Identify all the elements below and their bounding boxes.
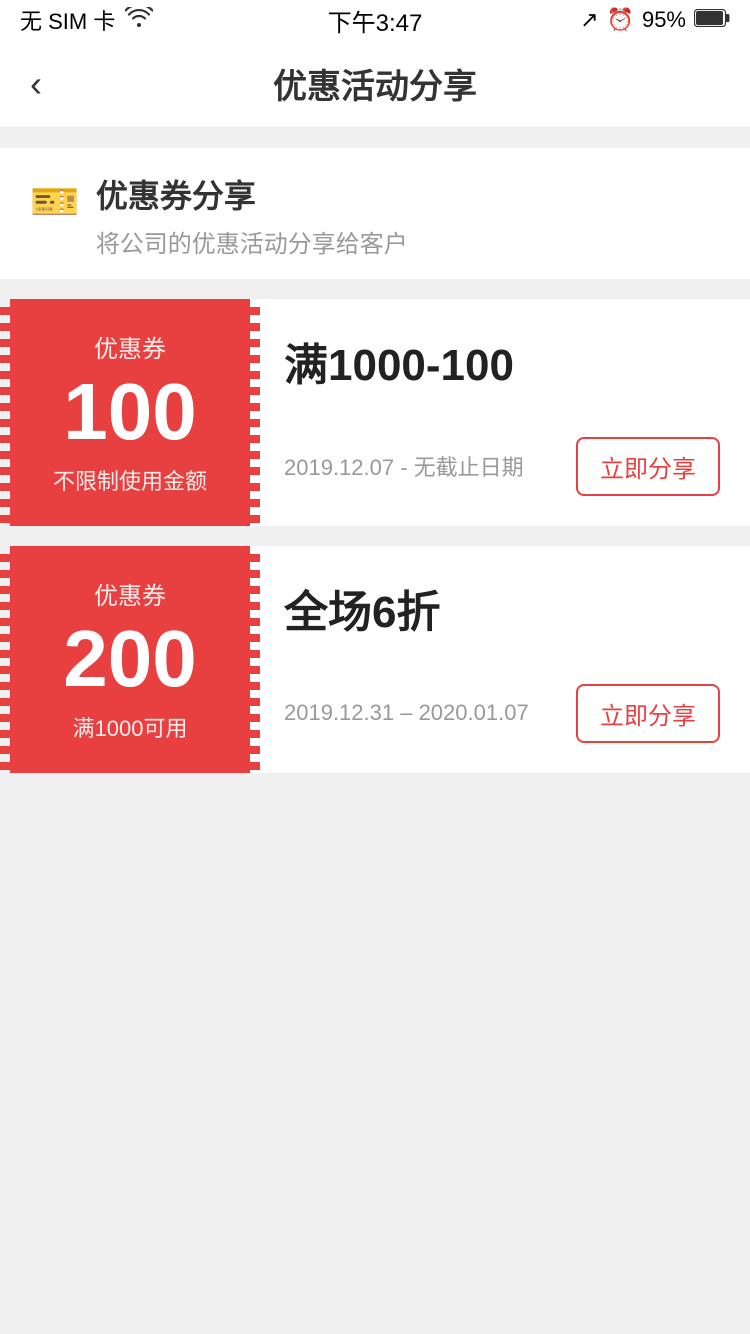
- sim-label: 无 SIM 卡: [20, 4, 115, 36]
- coupon-right-1: 全场6折 2019.12.31 – 2020.01.07 立即分享: [260, 546, 750, 773]
- coupon-type-0: 优惠券: [94, 329, 166, 364]
- page-title: 优惠活动分享: [273, 59, 477, 108]
- coupon-amount-0: 100: [63, 372, 196, 452]
- coupon-left-1: 优惠券 200 满1000可用: [0, 546, 260, 773]
- share-button-1[interactable]: 立即分享: [576, 684, 720, 743]
- coupon-left-0: 优惠券 100 不限制使用金额: [0, 299, 260, 526]
- coupon-bottom-row-1: 2019.12.31 – 2020.01.07 立即分享: [284, 684, 720, 743]
- coupon-type-1: 优惠券: [94, 576, 166, 611]
- coupon-name-1: 全场6折: [284, 576, 720, 640]
- coupon-name-0: 满1000-100: [284, 329, 720, 393]
- coupon-amount-1: 200: [63, 619, 196, 699]
- coupon-bottom-row-0: 2019.12.07 - 无截止日期 立即分享: [284, 437, 720, 496]
- back-button[interactable]: ‹: [30, 63, 42, 105]
- section-subtitle: 将公司的优惠活动分享给客户: [96, 224, 408, 259]
- location-icon: ↗: [580, 7, 598, 33]
- coupon-condition-1: 满1000可用: [73, 711, 188, 743]
- empty-area: [0, 793, 750, 1293]
- status-time: 下午3:47: [328, 3, 423, 38]
- section-text: 优惠券分享 将公司的优惠活动分享给客户: [96, 176, 408, 259]
- coupon-card: 优惠券 200 满1000可用 全场6折 2019.12.31 – 2020.0…: [0, 546, 750, 773]
- status-bar: 无 SIM 卡 下午3:47 ↗ ⏰ 95%: [0, 0, 750, 40]
- alarm-icon: ⏰: [607, 7, 634, 33]
- coupon-list: 优惠券 100 不限制使用金额 满1000-100 2019.12.07 - 无…: [0, 299, 750, 773]
- coupon-section-icon: 🎫: [30, 178, 80, 225]
- status-right: ↗ ⏰ 95%: [580, 7, 730, 33]
- wifi-icon: [125, 7, 153, 33]
- nav-bar: ‹ 优惠活动分享: [0, 40, 750, 128]
- coupon-right-0: 满1000-100 2019.12.07 - 无截止日期 立即分享: [260, 299, 750, 526]
- battery-label: 95%: [642, 7, 686, 33]
- coupon-date-0: 2019.12.07 - 无截止日期: [284, 450, 524, 482]
- coupon-date-1: 2019.12.31 – 2020.01.07: [284, 700, 529, 726]
- coupon-condition-0: 不限制使用金额: [53, 464, 207, 496]
- battery-icon: [694, 7, 730, 33]
- status-left: 无 SIM 卡: [20, 4, 153, 36]
- section-title: 优惠券分享: [96, 176, 408, 218]
- section-header: 🎫 优惠券分享 将公司的优惠活动分享给客户: [0, 148, 750, 279]
- share-button-0[interactable]: 立即分享: [576, 437, 720, 496]
- coupon-card: 优惠券 100 不限制使用金额 满1000-100 2019.12.07 - 无…: [0, 299, 750, 526]
